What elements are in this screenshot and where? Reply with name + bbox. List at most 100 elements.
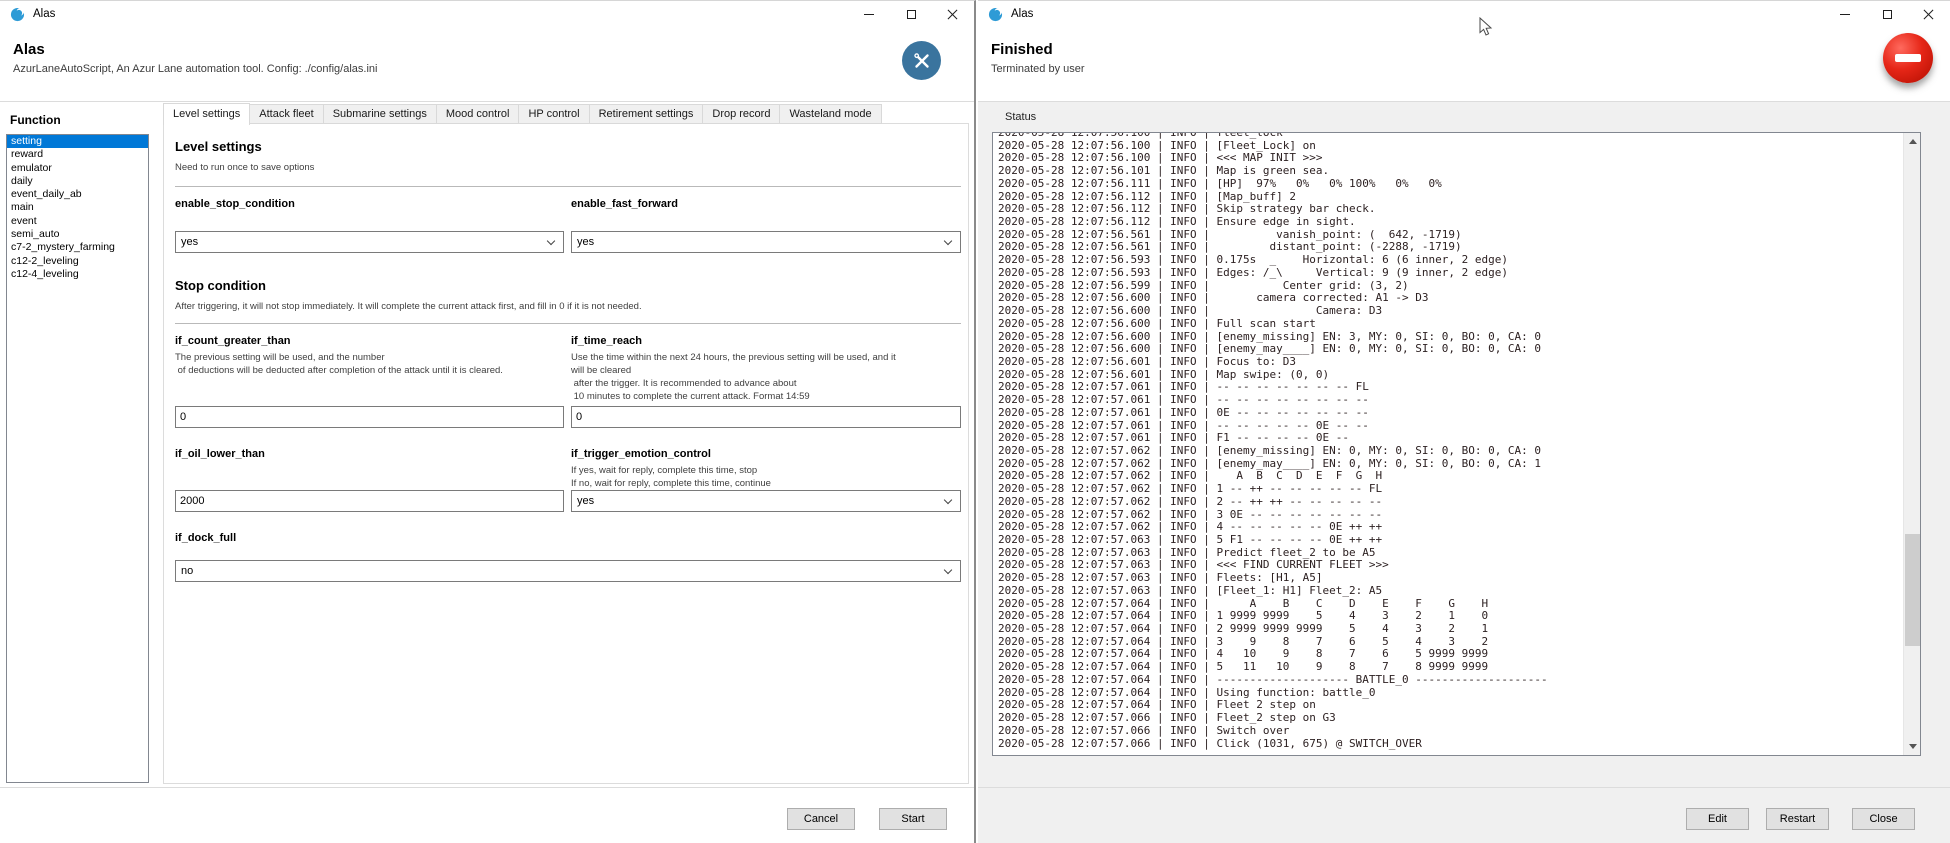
log-lines: 2020-05-28 12:07:56.100 | INFO | fleet_l… <box>998 132 1902 750</box>
app-header-subtitle: AzurLaneAutoScript, An Azur Lane automat… <box>13 63 377 75</box>
divider <box>175 186 961 187</box>
enable-fast-forward-label: enable_fast_forward <box>571 198 961 210</box>
close-button-footer[interactable]: Close <box>1852 808 1915 830</box>
scrollbar-thumb[interactable] <box>1905 534 1920 646</box>
minimize-button[interactable] <box>1824 1 1866 28</box>
log-line: 2020-05-28 12:07:57.064 | INFO | -------… <box>998 674 1902 687</box>
close-icon <box>1923 9 1935 21</box>
titlebar: Alas <box>978 1 1950 28</box>
if-trigger-emotion-control-label: if_trigger_emotion_control <box>571 448 961 460</box>
start-button[interactable]: Start <box>879 808 947 830</box>
settings-tab[interactable]: Level settings <box>163 103 250 125</box>
log-line: 2020-05-28 12:07:56.593 | INFO | 0.175s … <box>998 254 1902 267</box>
minimize-button[interactable] <box>848 1 890 28</box>
settings-tab[interactable]: Mood control <box>437 104 520 124</box>
maximize-button[interactable] <box>1866 1 1908 28</box>
log-line: 2020-05-28 12:07:57.066 | INFO | Click (… <box>998 738 1902 751</box>
log-line: 2020-05-28 12:07:56.600 | INFO | Camera:… <box>998 305 1902 318</box>
chevron-down-icon <box>944 237 952 245</box>
chevron-down-icon <box>944 566 952 574</box>
maintenance-badge <box>902 41 941 80</box>
app-icon <box>988 7 1003 22</box>
if-dock-full-select[interactable]: no <box>175 560 961 582</box>
section-desc: After triggering, it will not stop immed… <box>175 301 642 312</box>
app-icon <box>10 7 25 22</box>
select-value: no <box>181 565 193 577</box>
level-settings-panel: Level settings Need to run once to save … <box>163 123 969 784</box>
enable-stop-condition-select[interactable]: yes <box>175 231 564 253</box>
settings-tab[interactable]: Attack fleet <box>250 104 323 124</box>
status-body: Status 2020-05-28 12:07:56.100 | INFO | … <box>978 102 1950 843</box>
minimize-icon <box>1840 14 1850 15</box>
log-line: 2020-05-28 12:07:57.063 | INFO | 5 F1 --… <box>998 534 1902 547</box>
log-line: 2020-05-28 12:07:57.062 | INFO | 2 -- ++… <box>998 496 1902 509</box>
section-desc: Need to run once to save options <box>175 162 314 173</box>
section-title: Stop condition <box>175 278 266 293</box>
function-list-item[interactable]: emulator <box>7 162 148 175</box>
settings-tab[interactable]: HP control <box>519 104 589 124</box>
if-count-greater-than-label: if_count_greater_than <box>175 335 564 347</box>
function-list[interactable]: settingrewardemulatordailyevent_daily_ab… <box>6 134 149 783</box>
window-title: Alas <box>33 8 55 20</box>
function-list-item[interactable]: setting <box>7 135 148 148</box>
maximize-button[interactable] <box>890 1 932 28</box>
log-line: 2020-05-28 12:07:56.112 | INFO | Ensure … <box>998 216 1902 229</box>
settings-tab[interactable]: Drop record <box>703 104 780 124</box>
header-divider <box>0 101 974 102</box>
cancel-button[interactable]: Cancel <box>787 808 855 830</box>
enable-fast-forward-select[interactable]: yes <box>571 231 961 253</box>
function-list-item[interactable]: daily <box>7 175 148 188</box>
restart-button[interactable]: Restart <box>1766 808 1829 830</box>
if-trigger-emotion-control-desc: If yes, wait for reply, complete this ti… <box>571 464 961 490</box>
select-value: yes <box>181 236 198 248</box>
footer-divider <box>978 787 1950 788</box>
scroll-down-button[interactable] <box>1904 738 1921 755</box>
log-line: 2020-05-28 12:07:56.600 | INFO | Full sc… <box>998 318 1902 331</box>
status-header-subtitle: Terminated by user <box>991 63 1085 75</box>
status-header-title: Finished <box>991 41 1053 58</box>
wrench-screwdriver-icon <box>911 50 933 72</box>
settings-tab[interactable]: Submarine settings <box>324 104 437 124</box>
mouse-cursor <box>1479 17 1493 42</box>
log-line: 2020-05-28 12:07:56.111 | INFO | [HP] 97… <box>998 178 1902 191</box>
function-list-item[interactable]: main <box>7 201 148 214</box>
log-line: 2020-05-28 12:07:57.066 | INFO | Switch … <box>998 725 1902 738</box>
log-line: 2020-05-28 12:07:56.101 | INFO | Map is … <box>998 165 1902 178</box>
chevron-down-icon <box>944 496 952 504</box>
if-oil-lower-than-input[interactable] <box>175 490 564 512</box>
function-list-item[interactable]: c7-2_mystery_farming <box>7 241 148 254</box>
footer-divider <box>0 787 974 788</box>
close-button[interactable] <box>1908 1 1950 28</box>
log-console[interactable]: 2020-05-28 12:07:56.100 | INFO | fleet_l… <box>992 132 1921 756</box>
log-scrollbar[interactable] <box>1903 133 1920 755</box>
if-time-reach-input[interactable] <box>571 406 961 428</box>
edit-button[interactable]: Edit <box>1686 808 1749 830</box>
triangle-down-icon <box>1909 744 1917 749</box>
log-line: 2020-05-28 12:07:57.064 | INFO | 5 11 10… <box>998 661 1902 674</box>
function-list-item[interactable]: c12-4_leveling <box>7 268 148 281</box>
no-entry-icon <box>1895 54 1921 62</box>
log-line: 2020-05-28 12:07:57.064 | INFO | 2 9999 … <box>998 623 1902 636</box>
log-line: 2020-05-28 12:07:57.063 | INFO | Fleets:… <box>998 572 1902 585</box>
settings-tab[interactable]: Wasteland mode <box>780 104 881 124</box>
maximize-icon <box>907 10 916 19</box>
if-dock-full-label: if_dock_full <box>175 532 564 544</box>
log-line: 2020-05-28 12:07:57.061 | INFO | -- -- -… <box>998 394 1902 407</box>
function-list-item[interactable]: reward <box>7 148 148 161</box>
log-line: 2020-05-28 12:07:57.061 | INFO | 0E -- -… <box>998 407 1902 420</box>
if-trigger-emotion-control-select[interactable]: yes <box>571 490 961 512</box>
if-count-greater-than-desc: The previous setting will be used, and t… <box>175 351 564 377</box>
function-list-item[interactable]: c12-2_leveling <box>7 255 148 268</box>
stopped-badge <box>1883 33 1933 83</box>
section-title: Level settings <box>175 139 262 154</box>
function-label: Function <box>10 113 61 127</box>
scroll-up-button[interactable] <box>1904 133 1921 150</box>
settings-tab[interactable]: Retirement settings <box>590 104 704 124</box>
log-line: 2020-05-28 12:07:57.066 | INFO | Fleet_2… <box>998 712 1902 725</box>
function-list-item[interactable]: semi_auto <box>7 228 148 241</box>
maximize-icon <box>1883 10 1892 19</box>
function-list-item[interactable]: event <box>7 215 148 228</box>
if-count-greater-than-input[interactable] <box>175 406 564 428</box>
close-button[interactable] <box>932 1 974 28</box>
function-list-item[interactable]: event_daily_ab <box>7 188 148 201</box>
